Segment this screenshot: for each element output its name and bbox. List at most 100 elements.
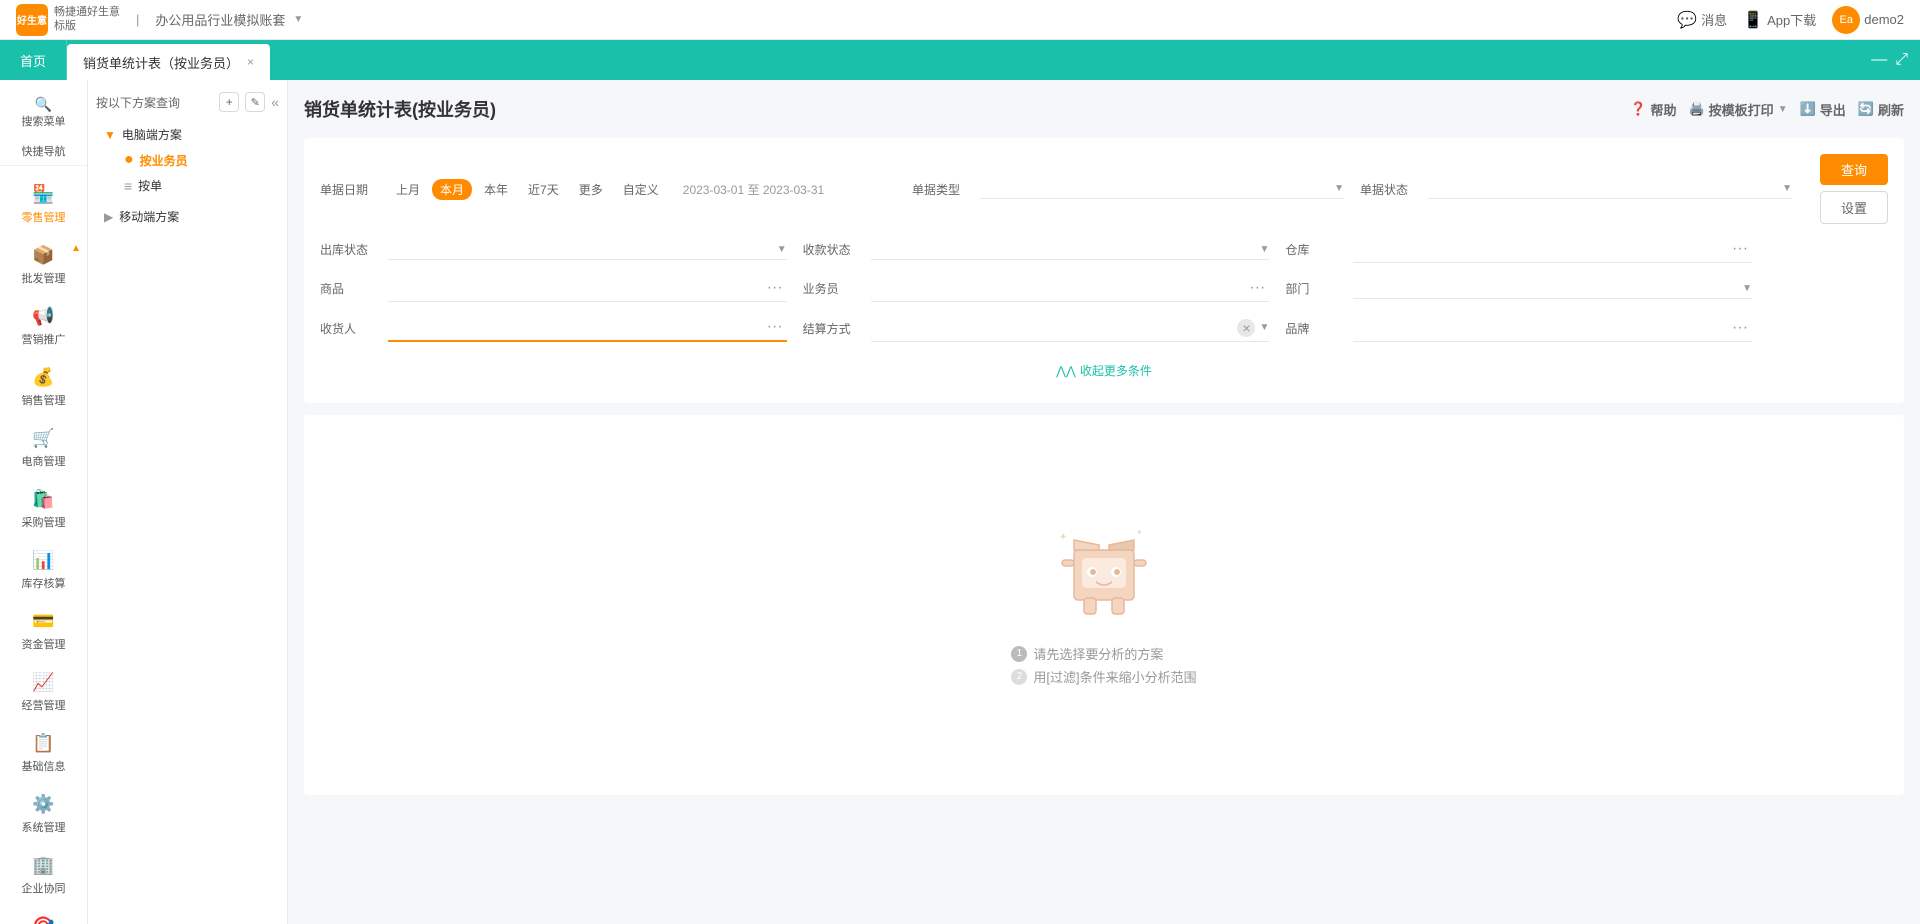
left-panel: 按以下方案查询 + ✎ « ▼ 电脑端方案 ● 按业务员 xyxy=(88,80,288,924)
sidebar-quick-nav[interactable]: 快捷导航 xyxy=(0,137,87,166)
tree-item-by-order[interactable]: ≡ 按单 xyxy=(116,173,279,198)
query-button[interactable]: 查询 xyxy=(1820,154,1888,185)
operation-icon: 📈 xyxy=(32,672,54,693)
purchase-icon: 🛍️ xyxy=(32,489,54,510)
date-tab-this-year[interactable]: 本年 xyxy=(476,179,516,200)
doc-type-select[interactable]: ▼ xyxy=(980,179,1344,199)
collapse-filter-btn[interactable]: ⋀⋀ 收起更多条件 xyxy=(320,354,1888,387)
app-icon: 📱 xyxy=(1743,10,1763,30)
order-icon: ≡ xyxy=(124,178,132,194)
sidebar-item-sales[interactable]: 💰 销售管理 xyxy=(0,357,87,418)
sidebar-item-retail[interactable]: 🏪 零售管理 xyxy=(0,174,87,235)
filter-row-2: 出库状态 ▼ 收款状态 ▼ 仓库 xyxy=(320,236,1888,263)
doc-type-filter: 单据类型 ▼ xyxy=(912,179,1344,199)
goods-select[interactable]: ··· xyxy=(388,275,787,302)
empty-tip-1: 1 请先选择要分析的方案 xyxy=(1011,644,1196,663)
print-btn[interactable]: 🖨️ 按模板打印 ▼ xyxy=(1688,100,1787,119)
doc-type-chevron: ▼ xyxy=(1334,183,1344,194)
message-btn[interactable]: 💬 消息 xyxy=(1677,10,1727,30)
nav-dropdown-icon: ▼ xyxy=(293,14,303,25)
expand-btn[interactable]: ⤢ xyxy=(1895,51,1908,69)
receiver-input[interactable] xyxy=(388,320,763,335)
tree-mobile-scheme[interactable]: ▶ 移动端方案 xyxy=(96,204,279,229)
print-dropdown-icon: ▼ xyxy=(1778,104,1788,115)
dept-select[interactable]: ▼ xyxy=(1353,279,1752,299)
sidebar-item-purchase[interactable]: 🛍️ 采购管理 xyxy=(0,479,87,540)
message-icon: 💬 xyxy=(1677,10,1697,30)
sidebar-item-basic[interactable]: 📋 基础信息 xyxy=(0,723,87,784)
staff-filter: 业务员 ··· xyxy=(803,275,1270,302)
inventory-icon: 📊 xyxy=(32,550,54,571)
receipt-status-select[interactable]: ▼ xyxy=(871,240,1270,260)
sidebar-item-system[interactable]: ⚙️ 系统管理 xyxy=(0,784,87,845)
logo-text: 畅捷通好生意 标版 xyxy=(54,6,120,32)
date-range-display: 2023-03-01 至 2023-03-31 xyxy=(683,181,824,198)
brand-dots-btn[interactable]: ··· xyxy=(1728,319,1752,337)
topbar-left: 好生意 畅捷通好生意 标版 | 办公用品行业模拟账套 ▼ xyxy=(16,4,303,36)
date-tab-last-month[interactable]: 上月 xyxy=(388,179,428,200)
svg-text:✦: ✦ xyxy=(1136,528,1143,537)
warehouse-dots-btn[interactable]: ··· xyxy=(1728,240,1752,258)
sidebar-item-newbie[interactable]: 🎯 新手引导 xyxy=(0,906,87,924)
receipt-status-chevron: ▼ xyxy=(1259,244,1269,255)
user-menu-btn[interactable]: Ea demo2 xyxy=(1832,6,1904,34)
page-title-text: 销货单统计表(按业务员) xyxy=(304,96,496,122)
doc-status-select[interactable]: ▼ xyxy=(1428,179,1792,199)
staff-dots-btn[interactable]: ··· xyxy=(1245,279,1269,297)
refresh-btn[interactable]: 🔄 刷新 xyxy=(1858,100,1904,119)
sidebar-item-ecommerce[interactable]: 🛒 电商管理 xyxy=(0,418,87,479)
svg-text:✦: ✦ xyxy=(1059,532,1067,543)
out-status-select[interactable]: ▼ xyxy=(388,240,787,260)
date-tab-custom[interactable]: 自定义 xyxy=(615,179,667,200)
help-icon: ❓ xyxy=(1630,101,1646,117)
minimize-btn[interactable]: — xyxy=(1871,51,1887,69)
setting-button[interactable]: 设置 xyxy=(1820,191,1888,224)
edit-icon: ✎ xyxy=(251,96,260,109)
sidebar-item-marketing[interactable]: 📢 营销推广 xyxy=(0,296,87,357)
nav-label[interactable]: 办公用品行业模拟账套 ▼ xyxy=(155,10,303,29)
collapse-panel-btn[interactable]: « xyxy=(271,94,279,110)
sidebar-item-wholesale[interactable]: 📦 批发管理 ▲ xyxy=(0,235,87,296)
app-download-btn[interactable]: 📱 App下载 xyxy=(1743,10,1816,30)
settlement-select[interactable]: × ▼ xyxy=(871,315,1270,342)
edit-scheme-btn[interactable]: ✎ xyxy=(245,92,265,112)
dept-chevron: ▼ xyxy=(1742,283,1752,294)
tree-item-by-staff[interactable]: ● 按业务员 xyxy=(116,147,279,173)
add-scheme-btn[interactable]: + xyxy=(219,92,239,112)
brand-select[interactable]: ··· xyxy=(1353,315,1752,342)
filter-row-3: 商品 ··· 业务员 ··· 部门 xyxy=(320,275,1888,302)
sidebar-search[interactable]: 🔍 搜索菜单 xyxy=(0,88,87,137)
sidebar: 🔍 搜索菜单 快捷导航 🏪 零售管理 📦 批发管理 ▲ 📢 营销推广 💰 销售管… xyxy=(0,80,88,924)
logo-icon: 好生意 xyxy=(16,4,48,36)
tree-pc-scheme[interactable]: ▼ 电脑端方案 xyxy=(96,122,279,147)
sidebar-item-finance[interactable]: 💳 资金管理 xyxy=(0,601,87,662)
help-btn[interactable]: ❓ 帮助 xyxy=(1630,100,1676,119)
goods-dots-btn[interactable]: ··· xyxy=(763,279,787,297)
sidebar-item-enterprise[interactable]: 🏢 企业协同 xyxy=(0,845,87,906)
receiver-dots-btn[interactable]: ··· xyxy=(763,318,787,336)
tree-pc-children: ● 按业务员 ≡ 按单 xyxy=(96,147,279,198)
collapse-up-icon: ⋀⋀ xyxy=(1056,364,1076,378)
tree-expand-icon: ▼ xyxy=(104,128,116,142)
receipt-status-filter: 收款状态 ▼ xyxy=(803,240,1270,260)
page-title-actions: ❓ 帮助 🖨️ 按模板打印 ▼ ⬇️ 导出 🔄 刷新 xyxy=(1630,100,1904,119)
tabbar: 首页 销货单统计表（按业务员） × — ⤢ xyxy=(0,40,1920,80)
date-tab-7days[interactable]: 近7天 xyxy=(520,179,567,200)
warehouse-select[interactable]: ··· xyxy=(1353,236,1752,263)
settlement-chevron: ▼ xyxy=(1259,322,1269,333)
empty-tips: 1 请先选择要分析的方案 2 用[过滤]条件来缩小分析范围 xyxy=(1011,640,1196,690)
sidebar-item-operation[interactable]: 📈 经营管理 xyxy=(0,662,87,723)
topbar-right: 💬 消息 📱 App下载 Ea demo2 xyxy=(1677,6,1904,34)
date-tab-this-month[interactable]: 本月 xyxy=(432,179,472,200)
tab-close-btn[interactable]: × xyxy=(247,55,254,69)
page-title-bar: 销货单统计表(按业务员) ❓ 帮助 🖨️ 按模板打印 ▼ ⬇️ 导出 xyxy=(304,96,1904,122)
settlement-clear-btn[interactable]: × xyxy=(1237,319,1255,337)
staff-select[interactable]: ··· xyxy=(871,275,1270,302)
sidebar-item-inventory[interactable]: 📊 库存核算 xyxy=(0,540,87,601)
date-tab-more[interactable]: 更多 xyxy=(571,179,611,200)
tree-arrow-icon: ▶ xyxy=(104,210,113,224)
export-btn[interactable]: ⬇️ 导出 xyxy=(1800,100,1846,119)
tab-home[interactable]: 首页 xyxy=(0,40,67,80)
empty-tip-2: 2 用[过滤]条件来缩小分析范围 xyxy=(1011,667,1196,686)
tab-sales-report[interactable]: 销货单统计表（按业务员） × xyxy=(67,44,270,80)
